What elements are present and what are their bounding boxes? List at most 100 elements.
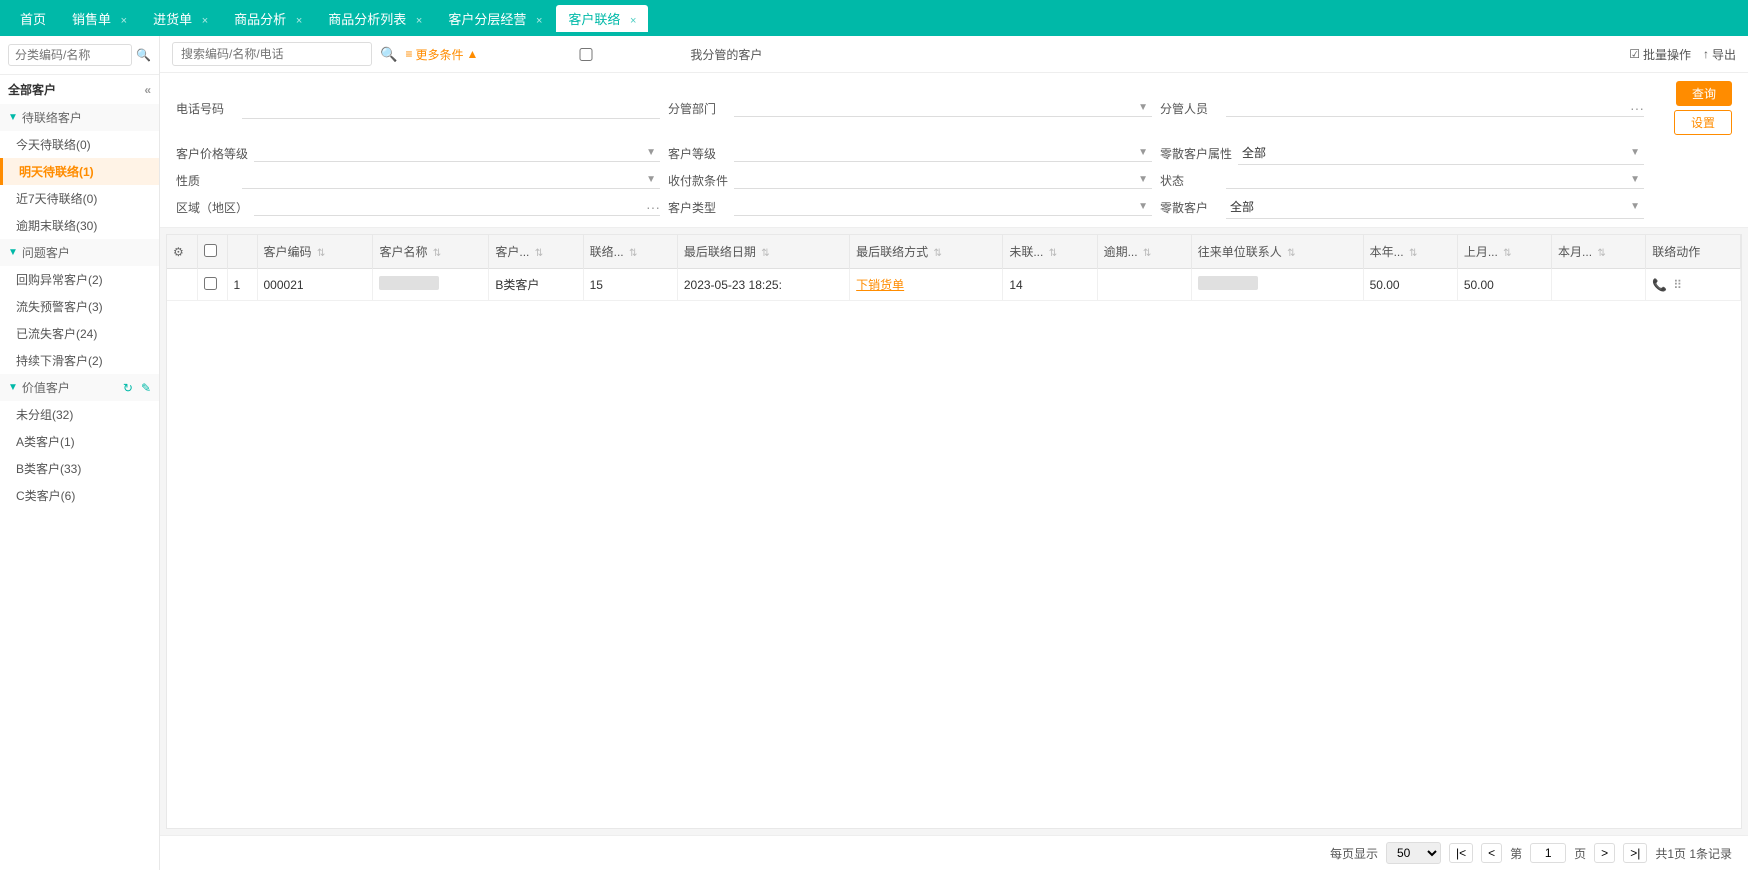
row-index: 1 <box>227 269 257 301</box>
filter-price-tier-select[interactable]: ▼ <box>254 144 660 162</box>
nav-customer-contact[interactable]: 客户联络 × <box>556 5 648 32</box>
row-partner-blurred <box>1198 276 1258 290</box>
th-last-contact-method: 最后联络方式 ⇅ <box>850 235 1003 269</box>
region-dots-btn[interactable]: ··· <box>646 199 660 215</box>
filter-scatter-attr-select[interactable]: 全部 ▼ <box>1238 141 1644 165</box>
filter-phone-input[interactable] <box>242 98 660 119</box>
tri-icon-problem: ▼ <box>8 247 18 258</box>
row-contacts: 15 <box>583 269 677 301</box>
code-sort-icon[interactable]: ⇅ <box>317 248 325 259</box>
search-bar-right: ☑ 批量操作 ↑ 导出 <box>1629 46 1736 63</box>
reset-button[interactable]: 设置 <box>1674 110 1732 135</box>
sidebar-item-repurchase-abnormal[interactable]: 回购异常客户(2) <box>0 266 159 293</box>
filter-scatter-attr: 零散客户属性 全部 ▼ <box>1160 141 1644 165</box>
overdue-sort-icon[interactable]: ⇅ <box>1143 248 1151 259</box>
sidebar-collapse-icon[interactable]: « <box>144 83 151 97</box>
main-search-icon[interactable]: 🔍 <box>380 46 397 63</box>
per-page-select[interactable]: 50 100 200 <box>1386 842 1441 864</box>
manager-dots-btn[interactable]: ··· <box>1630 100 1644 116</box>
th-index <box>227 235 257 269</box>
filter-row-1: 电话号码 分管部门 ▼ 分管人员 ··· 查询 <box>176 81 1732 135</box>
page-number-input[interactable] <box>1530 843 1566 863</box>
filter-customer-tier-label: 客户等级 <box>668 145 728 162</box>
sidebar-item-lost-risk[interactable]: 流失预警客户(3) <box>0 293 159 320</box>
this-year-sort-icon[interactable]: ⇅ <box>1409 248 1417 259</box>
th-last-contact-date: 最后联络日期 ⇅ <box>677 235 849 269</box>
more-conditions-btn[interactable]: ≡ 更多条件 ▲ <box>405 46 478 63</box>
uncontacted-sort-icon[interactable]: ⇅ <box>1049 248 1057 259</box>
row-action-more-icon[interactable]: ⠿ <box>1673 278 1682 292</box>
sidebar-item-ungrouped[interactable]: 未分组(32) <box>0 401 159 428</box>
data-table-container: ⚙ 客户编码 ⇅ 客户名称 ⇅ <box>166 234 1742 829</box>
next-page-btn[interactable]: > <box>1594 843 1615 863</box>
nav-product-list[interactable]: 商品分析列表 × <box>316 5 434 32</box>
close-product-analysis-tab[interactable]: × <box>296 15 302 27</box>
th-uncontacted: 未联... ⇅ <box>1003 235 1097 269</box>
this-month-sort-icon[interactable]: ⇅ <box>1597 248 1605 259</box>
type-sort-icon[interactable]: ⇅ <box>535 248 543 259</box>
last-method-sort-icon[interactable]: ⇅ <box>934 248 942 259</box>
nav-home[interactable]: 首页 <box>8 5 58 32</box>
sidebar-search-input[interactable] <box>8 44 132 66</box>
row-select-checkbox[interactable] <box>204 277 217 290</box>
nav-product-analysis[interactable]: 商品分析 × <box>222 5 314 32</box>
query-button[interactable]: 查询 <box>1676 81 1732 106</box>
select-all-checkbox[interactable] <box>204 244 217 257</box>
nav-sales[interactable]: 销售单 × <box>60 5 139 32</box>
nav-customer-tier[interactable]: 客户分层经营 × <box>436 5 554 32</box>
close-customer-contact-tab[interactable]: × <box>630 15 636 27</box>
sidebar-item-class-c[interactable]: C类客户(6) <box>0 482 159 509</box>
filter-scatter-select[interactable]: 全部 ▼ <box>1226 195 1644 219</box>
first-page-btn[interactable]: |< <box>1449 843 1473 863</box>
filter-price-tier: 客户价格等级 ▼ <box>176 144 660 162</box>
th-type: 客户... ⇅ <box>489 235 583 269</box>
filter-manager-label: 分管人员 <box>1160 100 1220 117</box>
main-search-input[interactable] <box>172 42 372 66</box>
prev-page-btn[interactable]: < <box>1481 843 1502 863</box>
filter-status-select[interactable]: ▼ <box>1226 171 1644 189</box>
batch-operation-btn[interactable]: ☑ 批量操作 <box>1629 46 1691 63</box>
column-settings-icon[interactable]: ⚙ <box>173 245 184 259</box>
row-type: B类客户 <box>489 269 583 301</box>
last-month-sort-icon[interactable]: ⇅ <box>1503 248 1511 259</box>
close-sales-tab[interactable]: × <box>121 15 127 27</box>
sidebar-item-lost[interactable]: 已流失客户(24) <box>0 320 159 347</box>
sidebar-item-class-b[interactable]: B类客户(33) <box>0 455 159 482</box>
th-this-month: 本月... ⇅ <box>1552 235 1646 269</box>
filter-panel: 电话号码 分管部门 ▼ 分管人员 ··· 查询 <box>160 73 1748 228</box>
partner-sort-icon[interactable]: ⇅ <box>1287 248 1295 259</box>
close-purchase-tab[interactable]: × <box>202 15 208 27</box>
close-customer-tier-tab[interactable]: × <box>536 15 542 27</box>
export-btn[interactable]: ↑ 导出 <box>1703 46 1736 63</box>
last-date-sort-icon[interactable]: ⇅ <box>761 248 769 259</box>
sidebar-item-declining[interactable]: 持续下滑客户(2) <box>0 347 159 374</box>
contacts-sort-icon[interactable]: ⇅ <box>629 248 637 259</box>
sidebar-item-class-a[interactable]: A类客户(1) <box>0 428 159 455</box>
customer-table: ⚙ 客户编码 ⇅ 客户名称 ⇅ <box>167 235 1741 301</box>
value-edit-icon[interactable]: ✎ <box>141 381 151 395</box>
filter-nature-select[interactable]: ▼ <box>242 171 660 189</box>
last-page-btn[interactable]: >| <box>1623 843 1647 863</box>
value-refresh-icon[interactable]: ↻ <box>123 381 133 395</box>
filter-customer-tier-select[interactable]: ▼ <box>734 144 1152 162</box>
close-product-list-tab[interactable]: × <box>416 15 422 27</box>
sidebar-search-icon[interactable]: 🔍 <box>136 48 151 62</box>
filter-phone-label: 电话号码 <box>176 100 236 117</box>
row-action-phone-icon[interactable]: 📞 <box>1652 278 1667 292</box>
nav-purchase[interactable]: 进货单 × <box>141 5 220 32</box>
row-last-contact-method[interactable]: 下销货单 <box>850 269 1003 301</box>
filter-dept-select[interactable]: ▼ <box>734 99 1152 117</box>
sidebar-item-7days[interactable]: 近7天待联络(0) <box>0 185 159 212</box>
sidebar-all-customers[interactable]: 全部客户 « <box>0 75 159 104</box>
filter-customer-type-select[interactable]: ▼ <box>734 198 1152 216</box>
my-customers-checkbox[interactable] <box>486 48 686 61</box>
row-this-year: 50.00 <box>1363 269 1457 301</box>
sidebar-item-today[interactable]: 今天待联络(0) <box>0 131 159 158</box>
my-customers-checkbox-label[interactable]: 我分管的客户 <box>486 46 762 63</box>
filter-payment-select[interactable]: ▼ <box>734 171 1152 189</box>
row-contact-method-link[interactable]: 下销货单 <box>856 278 904 292</box>
name-sort-icon[interactable]: ⇅ <box>433 248 441 259</box>
th-last-month: 上月... ⇅ <box>1457 235 1551 269</box>
sidebar-item-overdue[interactable]: 逾期末联络(30) <box>0 212 159 239</box>
sidebar-item-tomorrow[interactable]: 明天待联络(1) <box>0 158 159 185</box>
